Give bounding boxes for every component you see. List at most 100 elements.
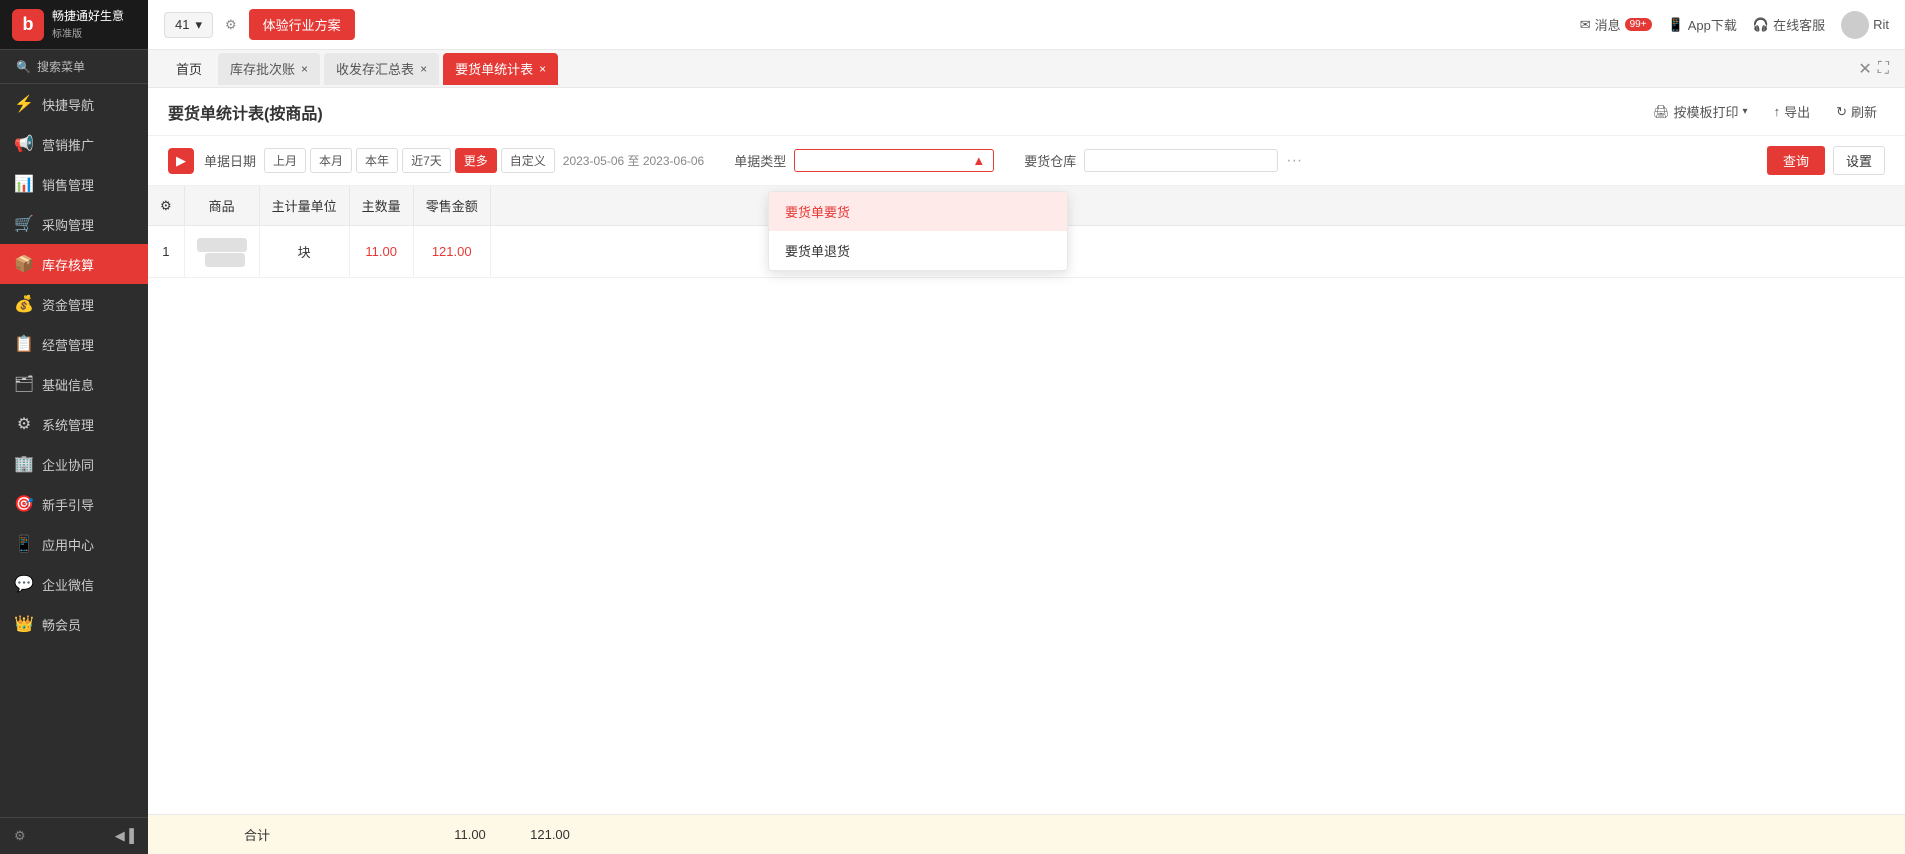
sidebar-item-member[interactable]: 👑 畅会员: [0, 604, 148, 644]
date-btn-7days[interactable]: 近7天: [402, 148, 451, 173]
page-title: 要货单统计表(按商品): [168, 100, 323, 124]
date-btn-this-year[interactable]: 本年: [356, 148, 398, 173]
main-area: 41 ▾ ⚙ 体验行业方案 ✉ 消息 99+ 📱 App下载 🎧 在线客服 R: [148, 0, 1905, 854]
tab-receivables[interactable]: 收发存汇总表 ×: [324, 53, 439, 85]
col-empty: [490, 186, 1905, 226]
sidebar-item-quick-nav[interactable]: ⚡ 快捷导航: [0, 84, 148, 124]
warehouse-more-btn[interactable]: ···: [1286, 152, 1302, 170]
inventory-icon: 📦: [14, 254, 34, 274]
sidebar-item-inventory[interactable]: 📦 库存核算: [0, 244, 148, 284]
support-btn[interactable]: 🎧 在线客服: [1753, 15, 1825, 34]
cell-amount: 121.00: [413, 226, 490, 278]
warehouse-label: 要货仓库: [1024, 151, 1076, 170]
warehouse-input[interactable]: [1084, 149, 1278, 172]
settings-button[interactable]: 设置: [1833, 146, 1885, 175]
col-quantity: 主数量: [349, 186, 413, 226]
refresh-btn[interactable]: ↻ 刷新: [1828, 98, 1885, 125]
doctype-arrow-icon: ▲: [972, 153, 985, 168]
sidebar-item-system[interactable]: ⚙ 系统管理: [0, 404, 148, 444]
date-btn-last-month[interactable]: 上月: [264, 148, 306, 173]
filter-warehouse-group: 要货仓库 ···: [1024, 149, 1302, 172]
store-dropdown-icon: ▾: [195, 17, 202, 33]
tab-close-all[interactable]: ✕: [1858, 59, 1871, 79]
settings-topbar-icon[interactable]: ⚙: [225, 17, 237, 33]
filter-action-buttons: 查询 设置: [1767, 146, 1885, 175]
sidebar-logo: b 畅捷通好生意 标准版: [0, 0, 148, 50]
cell-empty: [490, 226, 1905, 278]
dropdown-item-order-return[interactable]: 要货单退货: [769, 231, 1067, 270]
industry-btn[interactable]: 体验行业方案: [249, 9, 355, 40]
filter-date-group: 单据日期 上月 本月 本年 近7天 更多 自定义 2023-05-06 至 20…: [204, 148, 704, 173]
cell-unit: 块: [259, 226, 349, 278]
doctype-select[interactable]: ▲: [794, 149, 994, 172]
logo-text: 畅捷通好生意 标准版: [52, 9, 124, 40]
tab-receivables-close[interactable]: ×: [420, 62, 427, 76]
filter-expand-btn[interactable]: ▶: [168, 148, 194, 174]
print-icon: 🖨: [1653, 104, 1670, 120]
collapse-icon[interactable]: ◀▐: [115, 828, 134, 844]
sidebar-nav: ⚡ 快捷导航 📢 营销推广 📊 销售管理 🛒 采购管理 📦 库存核算 💰 资金管…: [0, 84, 148, 817]
goods-placeholder-1: [197, 238, 247, 252]
sidebar-item-wechat[interactable]: 💬 企业微信: [0, 564, 148, 604]
message-icon: ✉: [1580, 17, 1591, 33]
system-icon: ⚙: [14, 414, 34, 434]
tab-batch-accounts[interactable]: 库存批次账 ×: [218, 53, 320, 85]
date-label: 单据日期: [204, 151, 256, 170]
sales-icon: 📊: [14, 174, 34, 194]
sidebar-item-guide[interactable]: 🎯 新手引导: [0, 484, 148, 524]
sidebar-item-operation[interactable]: 📋 经营管理: [0, 324, 148, 364]
search-icon: 🔍: [16, 60, 31, 74]
tab-expand[interactable]: ⛶: [1878, 60, 1889, 78]
tab-order-summary-close[interactable]: ×: [539, 62, 546, 76]
footer-label: 合计: [244, 825, 270, 844]
sidebar-item-marketing[interactable]: 📢 营销推广: [0, 124, 148, 164]
quick-nav-icon: ⚡: [14, 94, 34, 114]
cell-goods: [184, 226, 259, 278]
query-button[interactable]: 查询: [1767, 146, 1825, 175]
finance-icon: 💰: [14, 294, 34, 314]
date-btn-more[interactable]: 更多: [455, 148, 497, 173]
sidebar-item-apps[interactable]: 📱 应用中心: [0, 524, 148, 564]
date-btn-custom[interactable]: 自定义: [501, 148, 555, 173]
page-container: 要货单统计表(按商品) 🖨 按模板打印 ▾ ↑ 导出 ↻ 刷新: [148, 88, 1905, 854]
sidebar-search[interactable]: 🔍 搜索菜单: [0, 50, 148, 84]
phone-icon: 📱: [1668, 17, 1684, 33]
sidebar-item-finance[interactable]: 💰 资金管理: [0, 284, 148, 324]
dropdown-item-order-goods[interactable]: 要货单要货: [769, 192, 1067, 231]
user-avatar: [1841, 11, 1869, 39]
filter-bar: ▶ 单据日期 上月 本月 本年 近7天 更多 自定义 2023-05-06 至 …: [148, 136, 1905, 186]
headset-icon: 🎧: [1753, 17, 1769, 33]
cell-quantity: 11.00: [349, 226, 413, 278]
wechat-icon: 💬: [14, 574, 34, 594]
print-btn[interactable]: 🖨 按模板打印 ▾: [1645, 98, 1756, 125]
sidebar-item-basic[interactable]: 🗂 基础信息: [0, 364, 148, 404]
cell-seq: 1: [148, 226, 184, 278]
settings-footer-icon[interactable]: ⚙: [14, 828, 26, 844]
sidebar-item-enterprise[interactable]: 🏢 企业协同: [0, 444, 148, 484]
table-footer: 合计 11.00 121.00: [148, 814, 1905, 854]
doctype-label: 单据类型: [734, 151, 786, 170]
store-selector[interactable]: 41 ▾: [164, 12, 213, 38]
marketing-icon: 📢: [14, 134, 34, 154]
guide-icon: 🎯: [14, 494, 34, 514]
doctype-dropdown: 要货单要货 要货单退货: [768, 191, 1068, 271]
col-amount: 零售金额: [413, 186, 490, 226]
operation-icon: 📋: [14, 334, 34, 354]
content-area: 要货单统计表(按商品) 🖨 按模板打印 ▾ ↑ 导出 ↻ 刷新: [148, 88, 1905, 854]
col-settings[interactable]: ⚙: [148, 186, 184, 226]
export-btn[interactable]: ↑ 导出: [1766, 98, 1819, 125]
tab-order-summary[interactable]: 要货单统计表 ×: [443, 53, 558, 85]
user-name: Rit: [1873, 17, 1889, 32]
date-range-display: 2023-05-06 至 2023-06-06: [563, 152, 704, 169]
sidebar-item-sales[interactable]: 📊 销售管理: [0, 164, 148, 204]
tab-batch-accounts-close[interactable]: ×: [301, 62, 308, 76]
messages-btn[interactable]: ✉ 消息 99+: [1580, 15, 1652, 34]
goods-placeholder-2: [205, 253, 245, 267]
table-container: ⚙ 商品 主计量单位 主数量 零售金额 1: [148, 186, 1905, 814]
app-download-btn[interactable]: 📱 App下载: [1668, 15, 1737, 34]
user-avatar-area[interactable]: Rit: [1841, 11, 1889, 39]
topbar-left: 41 ▾ ⚙ 体验行业方案: [164, 9, 355, 40]
date-btn-this-month[interactable]: 本月: [310, 148, 352, 173]
tab-home[interactable]: 首页: [164, 53, 214, 85]
sidebar-item-purchase[interactable]: 🛒 采购管理: [0, 204, 148, 244]
